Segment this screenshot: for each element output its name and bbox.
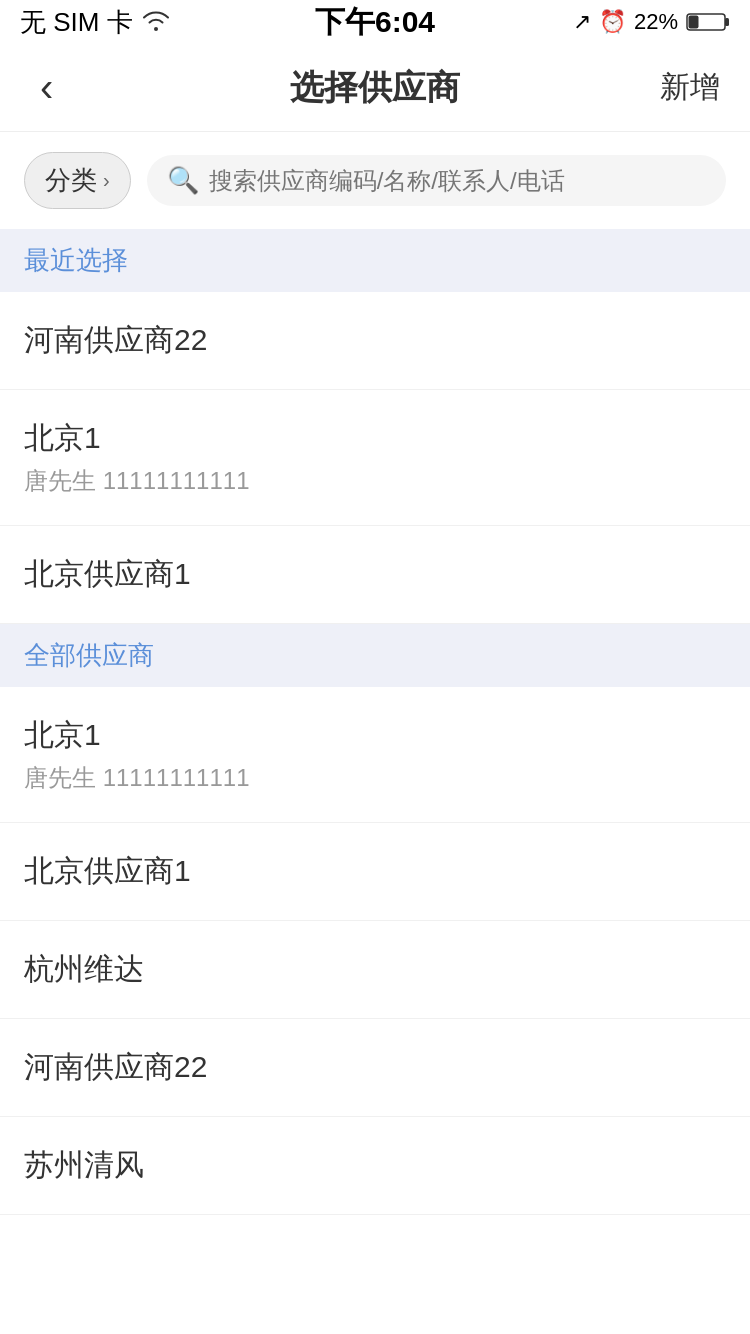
wifi-icon xyxy=(141,7,171,38)
svg-rect-1 xyxy=(725,18,729,26)
add-button[interactable]: 新增 xyxy=(660,67,720,108)
item-name: 河南供应商22 xyxy=(24,320,726,361)
item-name: 河南供应商22 xyxy=(24,1047,726,1088)
item-sub: 唐先生 11111111111 xyxy=(24,465,726,497)
status-left: 无 SIM 卡 xyxy=(20,5,171,40)
recent-list: 河南供应商22 北京1 唐先生 11111111111 北京供应商1 xyxy=(0,292,750,624)
item-sub: 唐先生 11111111111 xyxy=(24,762,726,794)
recent-section-header: 最近选择 xyxy=(0,229,750,292)
item-name: 北京1 xyxy=(24,418,726,459)
item-name: 北京供应商1 xyxy=(24,554,726,595)
list-item[interactable]: 北京供应商1 xyxy=(0,823,750,921)
item-name: 北京供应商1 xyxy=(24,851,726,892)
list-item[interactable]: 河南供应商22 xyxy=(0,292,750,390)
back-button[interactable]: ‹ xyxy=(30,55,63,120)
list-item[interactable]: 北京1 唐先生 11111111111 xyxy=(0,687,750,823)
carrier-label: 无 SIM 卡 xyxy=(20,5,133,40)
page-title: 选择供应商 xyxy=(290,65,460,111)
chevron-right-icon: › xyxy=(103,169,110,192)
alarm-icon: ⏰ xyxy=(599,9,626,35)
battery-label: 22% xyxy=(634,9,678,35)
nav-bar: ‹ 选择供应商 新增 xyxy=(0,44,750,132)
search-input[interactable] xyxy=(209,167,706,195)
list-item[interactable]: 苏州清风 xyxy=(0,1117,750,1215)
search-icon: 🔍 xyxy=(167,165,199,196)
all-list: 北京1 唐先生 11111111111 北京供应商1 杭州维达 河南供应商22 … xyxy=(0,687,750,1215)
status-bar: 无 SIM 卡 下午6:04 ↗ ⏰ 22% xyxy=(0,0,750,44)
search-wrapper: 🔍 xyxy=(147,155,726,206)
svg-rect-2 xyxy=(689,16,699,29)
search-bar-area: 分类 › 🔍 xyxy=(0,132,750,229)
battery-icon xyxy=(686,11,730,33)
item-name: 杭州维达 xyxy=(24,949,726,990)
all-section-header: 全部供应商 xyxy=(0,624,750,687)
list-item[interactable]: 杭州维达 xyxy=(0,921,750,1019)
category-filter-button[interactable]: 分类 › xyxy=(24,152,131,209)
list-item[interactable]: 北京供应商1 xyxy=(0,526,750,624)
status-time: 下午6:04 xyxy=(315,2,435,43)
location-icon: ↗ xyxy=(573,9,591,35)
item-name: 苏州清风 xyxy=(24,1145,726,1186)
item-name: 北京1 xyxy=(24,715,726,756)
list-item[interactable]: 北京1 唐先生 11111111111 xyxy=(0,390,750,526)
list-item[interactable]: 河南供应商22 xyxy=(0,1019,750,1117)
status-right: ↗ ⏰ 22% xyxy=(573,9,730,35)
category-label: 分类 xyxy=(45,163,97,198)
